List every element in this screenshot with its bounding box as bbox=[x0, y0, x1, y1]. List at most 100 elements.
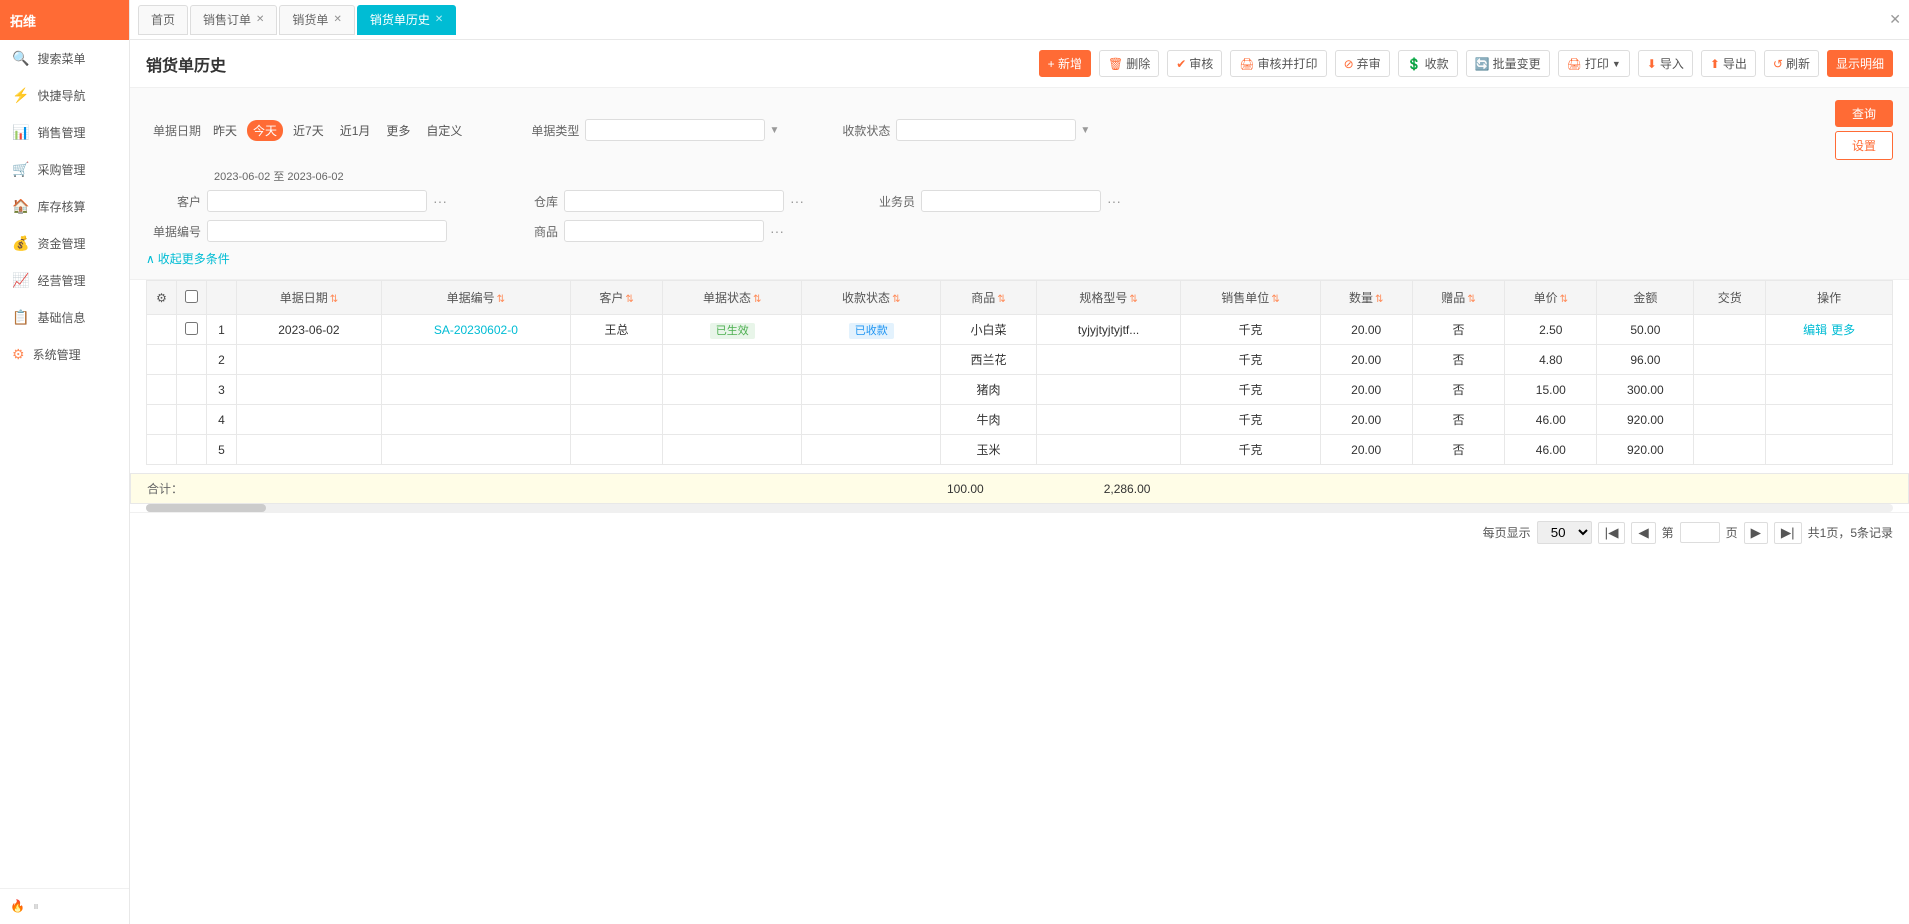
page-number-input[interactable]: 1 bbox=[1680, 522, 1720, 543]
prev-page-button[interactable]: ◀ bbox=[1631, 522, 1655, 544]
query-button[interactable]: 查询 bbox=[1835, 100, 1893, 127]
filter-docno-input[interactable] bbox=[207, 220, 447, 242]
export-button[interactable]: ⬆ 导出 bbox=[1701, 50, 1756, 77]
filter-collapse-btn[interactable]: ∧ 收起更多条件 bbox=[146, 250, 1893, 267]
tab-sales-goods[interactable]: 销货单 ✕ bbox=[279, 5, 354, 35]
tab-sales-goods-close[interactable]: ✕ bbox=[333, 14, 341, 25]
per-page-select[interactable]: 50 100 200 bbox=[1537, 521, 1592, 544]
tab-bar-close-button[interactable]: ✕ bbox=[1889, 11, 1901, 28]
cell-spec-model bbox=[1036, 435, 1181, 465]
cell-doc-no: SA-20230602-0 bbox=[381, 315, 570, 345]
total-records-label: 共1页，5条记录 bbox=[1808, 524, 1893, 541]
date-yesterday[interactable]: 昨天 bbox=[207, 120, 243, 141]
date-more[interactable]: 更多 bbox=[380, 120, 416, 141]
delete-button[interactable]: 🗑 删除 bbox=[1099, 50, 1159, 77]
filter-collect-status-wrapper: ▼ bbox=[896, 119, 1090, 141]
page-header: 销货单历史 + 新增 🗑 删除 ✔ 审核 🖨 审核并打印 ⊘ 弃审 bbox=[130, 40, 1909, 88]
cell-gift: 否 bbox=[1412, 405, 1504, 435]
batch-change-button[interactable]: 🔄 批量变更 bbox=[1466, 50, 1550, 77]
show-detail-button[interactable]: 显示明细 bbox=[1827, 50, 1893, 77]
row-checkbox[interactable] bbox=[185, 322, 198, 335]
money-icon: 💰 bbox=[12, 235, 29, 252]
sidebar-bottom-icon1[interactable]: 🔥 bbox=[10, 899, 25, 914]
filter-collect-status-select[interactable] bbox=[896, 119, 1076, 141]
new-button[interactable]: + 新增 bbox=[1039, 50, 1091, 77]
cell-settings bbox=[147, 435, 177, 465]
col-goods[interactable]: 商品⇅ bbox=[941, 281, 1036, 315]
col-doc-date[interactable]: 单据日期⇅ bbox=[237, 281, 382, 315]
date-custom[interactable]: 自定义 bbox=[420, 120, 468, 141]
sidebar-item-sales-mgmt[interactable]: 📊 销售管理 bbox=[0, 114, 129, 151]
col-doc-no[interactable]: 单据编号⇅ bbox=[381, 281, 570, 315]
filter-salesperson-input[interactable] bbox=[921, 190, 1101, 212]
col-checkbox[interactable] bbox=[177, 281, 207, 315]
cell-customer bbox=[570, 435, 662, 465]
col-doc-status[interactable]: 单据状态⇅ bbox=[663, 281, 802, 315]
cell-checkbox[interactable] bbox=[177, 315, 207, 345]
sidebar-item-basic-info[interactable]: 📋 基础信息 bbox=[0, 299, 129, 336]
sidebar-item-finance[interactable]: 💰 资金管理 bbox=[0, 225, 129, 262]
sidebar-item-sys-mgmt[interactable]: ⚙ 系统管理 bbox=[0, 336, 129, 373]
sidebar-item-purchase-mgmt[interactable]: 🛒 采购管理 bbox=[0, 151, 129, 188]
import-button[interactable]: ⬇ 导入 bbox=[1638, 50, 1693, 77]
filter-settings-button[interactable]: 设置 bbox=[1835, 131, 1893, 160]
scrollbar-thumb[interactable] bbox=[146, 504, 266, 512]
summary-total-qty: 100.00 bbox=[947, 482, 984, 496]
sidebar-bottom-icon2[interactable]: ⏸ bbox=[33, 899, 39, 914]
sort-doc-status-icon: ⇅ bbox=[753, 294, 761, 305]
doc-no-link[interactable]: SA-20230602-0 bbox=[434, 323, 518, 337]
cell-transaction bbox=[1694, 405, 1766, 435]
tab-sales-goods-history[interactable]: 销货单历史 ✕ bbox=[357, 5, 456, 35]
print-button[interactable]: 🖨 打印 ▼ bbox=[1558, 50, 1630, 77]
col-qty[interactable]: 数量⇅ bbox=[1320, 281, 1412, 315]
cell-settings bbox=[147, 375, 177, 405]
cell-checkbox[interactable] bbox=[177, 375, 207, 405]
filter-customer-input[interactable] bbox=[207, 190, 427, 212]
col-settings[interactable]: ⚙ bbox=[147, 281, 177, 315]
tab-sales-order[interactable]: 销售订单 ✕ bbox=[190, 5, 277, 35]
col-sales-unit[interactable]: 销售单位⇅ bbox=[1181, 281, 1320, 315]
more-action-link[interactable]: 更多 bbox=[1831, 321, 1855, 338]
warehouse-dots-btn[interactable]: ··· bbox=[790, 193, 804, 209]
cell-checkbox[interactable] bbox=[177, 405, 207, 435]
filter-doctype-label: 单据类型 bbox=[524, 122, 579, 139]
sidebar-item-ops-mgmt[interactable]: 📈 经营管理 bbox=[0, 262, 129, 299]
tab-sales-goods-history-label: 销货单历史 bbox=[370, 11, 430, 28]
salesperson-dots-btn[interactable]: ··· bbox=[1107, 193, 1121, 209]
cell-action bbox=[1766, 345, 1893, 375]
sidebar-item-search-menu[interactable]: 🔍 搜索菜单 bbox=[0, 40, 129, 77]
date-1month[interactable]: 近1月 bbox=[334, 120, 377, 141]
customer-dots-btn[interactable]: ··· bbox=[433, 193, 447, 209]
audit-button[interactable]: ✔ 审核 bbox=[1167, 50, 1222, 77]
first-page-button[interactable]: |◀ bbox=[1598, 522, 1626, 544]
filter-warehouse-input[interactable] bbox=[564, 190, 784, 212]
collect-button[interactable]: 💲 收款 bbox=[1398, 50, 1458, 77]
col-spec-model[interactable]: 规格型号⇅ bbox=[1036, 281, 1181, 315]
tab-sales-goods-history-close[interactable]: ✕ bbox=[435, 14, 443, 25]
tab-home[interactable]: 首页 bbox=[138, 5, 188, 35]
date-today[interactable]: 今天 bbox=[247, 120, 283, 141]
goods-dots-btn[interactable]: ··· bbox=[770, 223, 784, 239]
sidebar-item-label: 销售管理 bbox=[37, 124, 85, 141]
refresh-button[interactable]: ↺ 刷新 bbox=[1764, 50, 1819, 77]
col-unit-price[interactable]: 单价⇅ bbox=[1505, 281, 1597, 315]
audit-print-button[interactable]: 🖨 审核并打印 bbox=[1230, 50, 1326, 77]
filter-goods-input[interactable] bbox=[564, 220, 764, 242]
cell-sales-unit: 千克 bbox=[1181, 435, 1320, 465]
col-customer[interactable]: 客户⇅ bbox=[570, 281, 662, 315]
sidebar-item-quick-nav[interactable]: ⚡ 快捷导航 bbox=[0, 77, 129, 114]
tab-sales-order-close[interactable]: ✕ bbox=[256, 14, 264, 25]
col-gift[interactable]: 赠品⇅ bbox=[1412, 281, 1504, 315]
horizontal-scrollbar[interactable] bbox=[146, 504, 1893, 512]
abandon-button[interactable]: ⊘ 弃审 bbox=[1335, 50, 1390, 77]
edit-action-link[interactable]: 编辑 bbox=[1803, 321, 1827, 338]
select-all-checkbox[interactable] bbox=[185, 290, 198, 303]
cell-checkbox[interactable] bbox=[177, 345, 207, 375]
last-page-button[interactable]: ▶| bbox=[1774, 522, 1802, 544]
date-7days[interactable]: 近7天 bbox=[287, 120, 330, 141]
next-page-button[interactable]: ▶ bbox=[1744, 522, 1768, 544]
col-collect-status[interactable]: 收款状态⇅ bbox=[802, 281, 941, 315]
cell-checkbox[interactable] bbox=[177, 435, 207, 465]
filter-doctype-select[interactable] bbox=[585, 119, 765, 141]
sidebar-item-inventory[interactable]: 🏠 库存核算 bbox=[0, 188, 129, 225]
